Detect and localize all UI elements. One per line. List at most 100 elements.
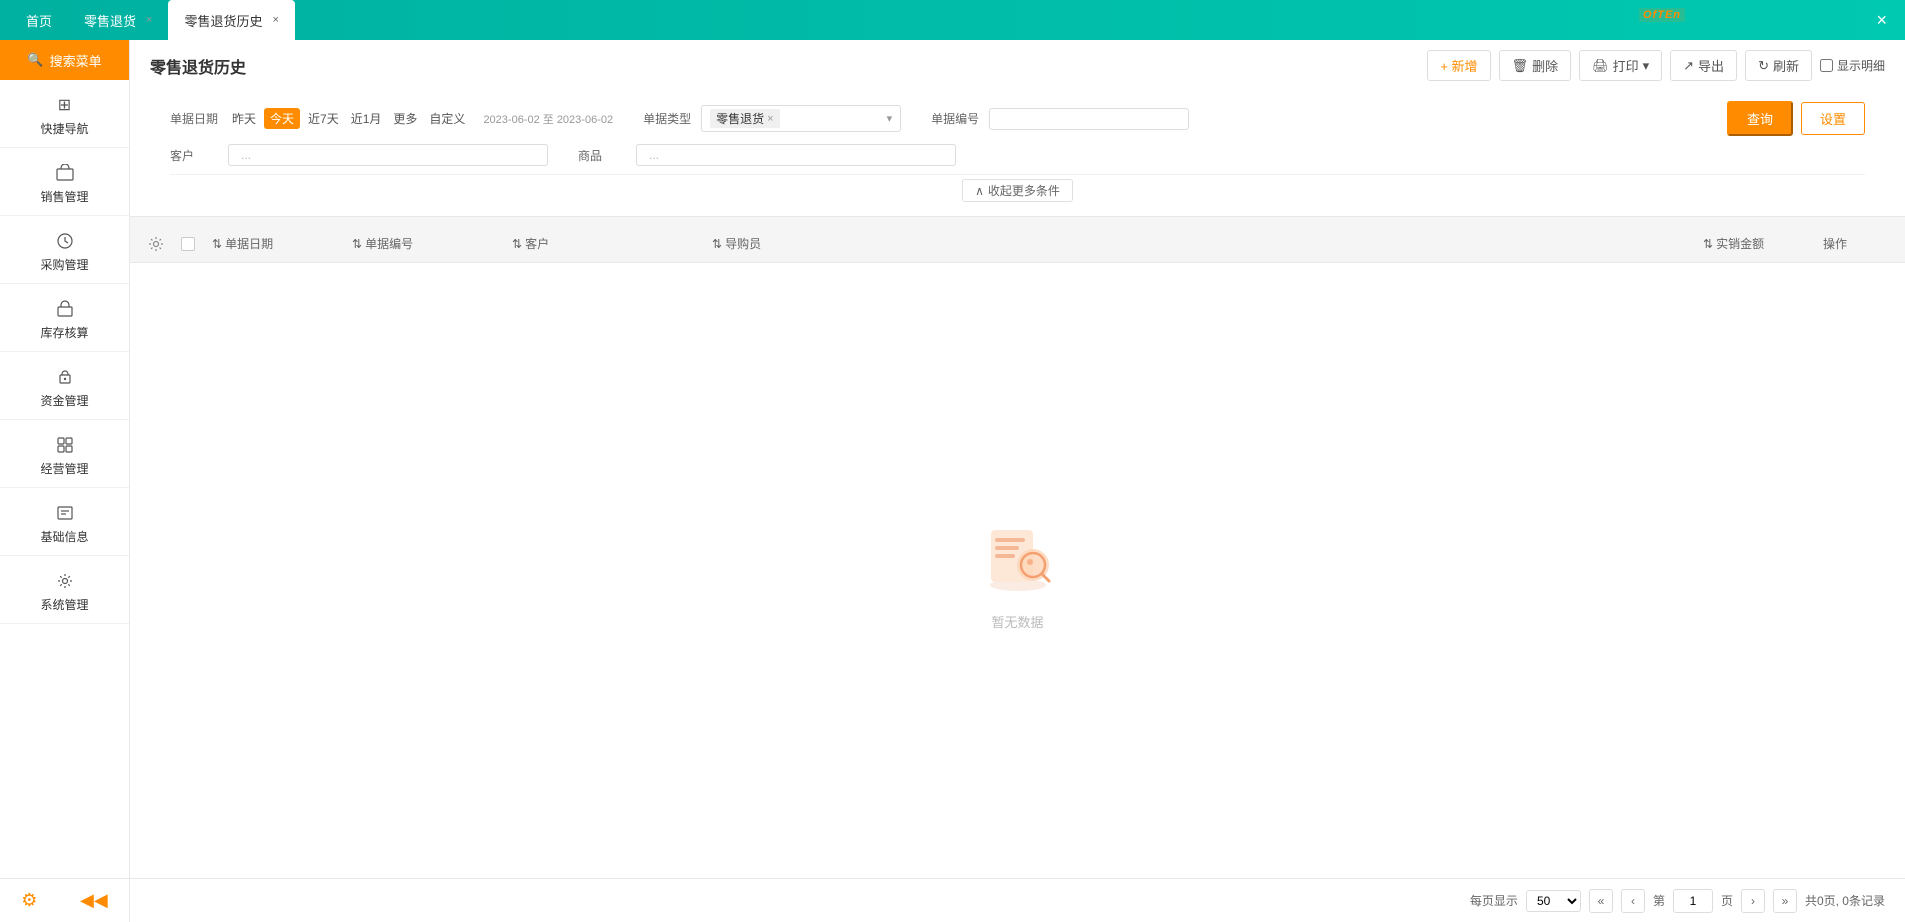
refresh-button-label: 刷新 (1773, 56, 1799, 75)
customer-select[interactable]: ... (228, 144, 548, 166)
th-bill-date[interactable]: ⇅ 单据日期 (204, 235, 344, 252)
goods-select[interactable]: ... (636, 144, 956, 166)
sidebar-item-purchase-mgmt[interactable]: 采购管理 (0, 216, 129, 284)
bill-no-input[interactable] (989, 108, 1189, 130)
goods-dots: ... (649, 148, 659, 162)
first-page-button[interactable]: « (1589, 889, 1613, 913)
collapse-button[interactable]: ∧ 收起更多条件 (962, 179, 1073, 202)
filter-row-2: 客户 ... 商品 ... (170, 144, 1865, 166)
print-dropdown-icon: ▾ (1643, 58, 1650, 74)
refresh-button[interactable]: ↻ 刷新 (1745, 50, 1812, 81)
collapse-bar: ∧ 收起更多条件 (170, 174, 1865, 206)
th-guide[interactable]: ⇅ 导购员 (704, 235, 864, 252)
tab-home[interactable]: 首页 (10, 0, 68, 40)
delete-button-label: 删除 (1532, 56, 1558, 75)
date-shortcut-custom[interactable]: 自定义 (425, 108, 469, 129)
tab-retail-return-close[interactable]: × (146, 14, 152, 26)
date-shortcut-7days[interactable]: 近7天 (304, 108, 343, 129)
top-bar: 首页 零售退货 × 零售退货历史 × OfTEn × (0, 0, 1905, 40)
date-shortcut-today[interactable]: 今天 (264, 108, 300, 129)
tab-retail-return-label: 零售退货 (84, 11, 136, 30)
sidebar-item-system-mgmt[interactable]: 系统管理 (0, 556, 129, 624)
goods-filter-group: 商品 ... (578, 144, 956, 166)
system-mgmt-icon (54, 570, 76, 592)
sidebar-search-button[interactable]: 🔍 搜索菜单 (0, 40, 129, 80)
finance-icon (54, 366, 76, 388)
sidebar-item-sales-mgmt-label: 销售管理 (40, 188, 88, 205)
th-customer[interactable]: ⇅ 客户 (504, 235, 704, 252)
print-button[interactable]: 🖨 打印 ▾ (1579, 50, 1662, 81)
customer-dots: ... (241, 148, 251, 162)
th-customer-sort-icon: ⇅ (512, 237, 522, 251)
th-bill-no[interactable]: ⇅ 单据编号 (344, 235, 504, 252)
goods-label: 商品 (578, 147, 628, 164)
date-shortcut-yesterday[interactable]: 昨天 (228, 108, 260, 129)
show-detail-checkbox-label[interactable]: 显示明细 (1820, 57, 1885, 74)
audio-bottom-icon[interactable]: ◀◀ (80, 890, 108, 911)
th-settings[interactable] (140, 236, 172, 252)
th-amount[interactable]: ⇅ 实销金额 (1695, 235, 1815, 252)
set-button[interactable]: 设置 (1801, 102, 1865, 135)
sidebar-item-finance[interactable]: 资金管理 (0, 352, 129, 420)
collapse-up-icon: ∧ (975, 184, 984, 198)
window-close-button[interactable]: × (1868, 10, 1895, 31)
top-bar-right: OfTEn × (1868, 10, 1895, 31)
bill-type-tag-close[interactable]: × (767, 113, 773, 125)
often-badge: OfTEn (1639, 8, 1685, 22)
per-page-label: 每页显示 (1470, 892, 1518, 909)
pagination-bar: 每页显示 50 10 20 100 « ‹ 第 页 › » 共0页, 0条记录 (130, 878, 1905, 922)
search-icon: 🔍 (27, 52, 43, 68)
date-shortcut-1month[interactable]: 近1月 (347, 108, 386, 129)
tab-retail-return-history[interactable]: 零售退货历史 × (168, 0, 294, 40)
sidebar-item-operations[interactable]: 经营管理 (0, 420, 129, 488)
th-guide-sort-icon: ⇅ (712, 237, 722, 251)
tab-retail-return[interactable]: 零售退货 × (68, 0, 168, 40)
tab-retail-return-history-close[interactable]: × (272, 14, 278, 26)
page-title-row: 零售退货历史 + 新增 🗑 删除 🖨 打印 ▾ ↗ (150, 50, 1885, 81)
page-unit: 页 (1721, 892, 1733, 909)
prev-page-button[interactable]: ‹ (1621, 889, 1645, 913)
date-range-display: 2023-06-02 至 2023-06-02 (483, 111, 613, 127)
main-layout: 🔍 搜索菜单 ⊞ 快捷导航 销售管理 采购管理 (0, 40, 1905, 922)
export-icon: ↗ (1683, 58, 1694, 74)
filter-row-1: 单据日期 昨天 今天 近7天 近1月 更多 自定义 2023-06-02 至 2… (170, 101, 1865, 136)
empty-text: 暂无数据 (991, 612, 1043, 631)
sidebar-item-quick-nav[interactable]: ⊞ 快捷导航 (0, 80, 129, 148)
settings-bottom-icon[interactable]: ⚙ (21, 890, 37, 911)
th-op: 操作 (1815, 235, 1895, 252)
table-header: ⇅ 单据日期 ⇅ 单据编号 ⇅ 客户 ⇅ 导购员 ⇅ 实销金额 (130, 225, 1905, 263)
show-detail-checkbox[interactable] (1820, 59, 1833, 72)
th-guide-label: 导购员 (725, 235, 761, 252)
page-summary: 共0页, 0条记录 (1805, 892, 1885, 909)
new-button-label: + 新增 (1440, 56, 1477, 75)
bill-type-select[interactable]: 零售退货 × ▾ (701, 105, 901, 132)
sidebar-item-purchase-mgmt-label: 采购管理 (40, 256, 88, 273)
th-bill-no-sort-icon: ⇅ (352, 237, 362, 251)
per-page-select[interactable]: 50 10 20 100 (1526, 890, 1581, 912)
page-input[interactable] (1673, 889, 1713, 913)
query-button[interactable]: 查询 (1727, 101, 1793, 136)
export-button[interactable]: ↗ 导出 (1670, 50, 1737, 81)
sidebar-item-basic-info[interactable]: 基础信息 (0, 488, 129, 556)
sidebar-item-finance-label: 资金管理 (40, 392, 88, 409)
th-op-label: 操作 (1823, 235, 1847, 252)
sidebar-item-inventory[interactable]: 库存核算 (0, 284, 129, 352)
th-bill-no-label: 单据编号 (365, 235, 413, 252)
date-shortcut-more[interactable]: 更多 (389, 108, 421, 129)
sidebar-item-sales-mgmt[interactable]: 销售管理 (0, 148, 129, 216)
filter-area: 单据日期 昨天 今天 近7天 近1月 更多 自定义 2023-06-02 至 2… (150, 91, 1885, 216)
next-page-button[interactable]: › (1741, 889, 1765, 913)
quick-nav-icon: ⊞ (54, 94, 76, 116)
sidebar-item-system-mgmt-label: 系统管理 (40, 596, 88, 613)
tab-retail-return-history-label: 零售退货历史 (184, 11, 262, 30)
last-page-button[interactable]: » (1773, 889, 1797, 913)
delete-button[interactable]: 🗑 删除 (1499, 50, 1572, 81)
sidebar-item-quick-nav-label: 快捷导航 (40, 120, 88, 137)
new-button[interactable]: + 新增 (1427, 50, 1490, 81)
sidebar-search-label: 搜索菜单 (50, 51, 102, 70)
set-button-label: 设置 (1820, 112, 1846, 127)
sidebar-item-basic-info-label: 基础信息 (40, 528, 88, 545)
th-checkbox[interactable] (172, 237, 204, 251)
refresh-icon: ↻ (1758, 58, 1769, 74)
header-checkbox[interactable] (181, 237, 195, 251)
